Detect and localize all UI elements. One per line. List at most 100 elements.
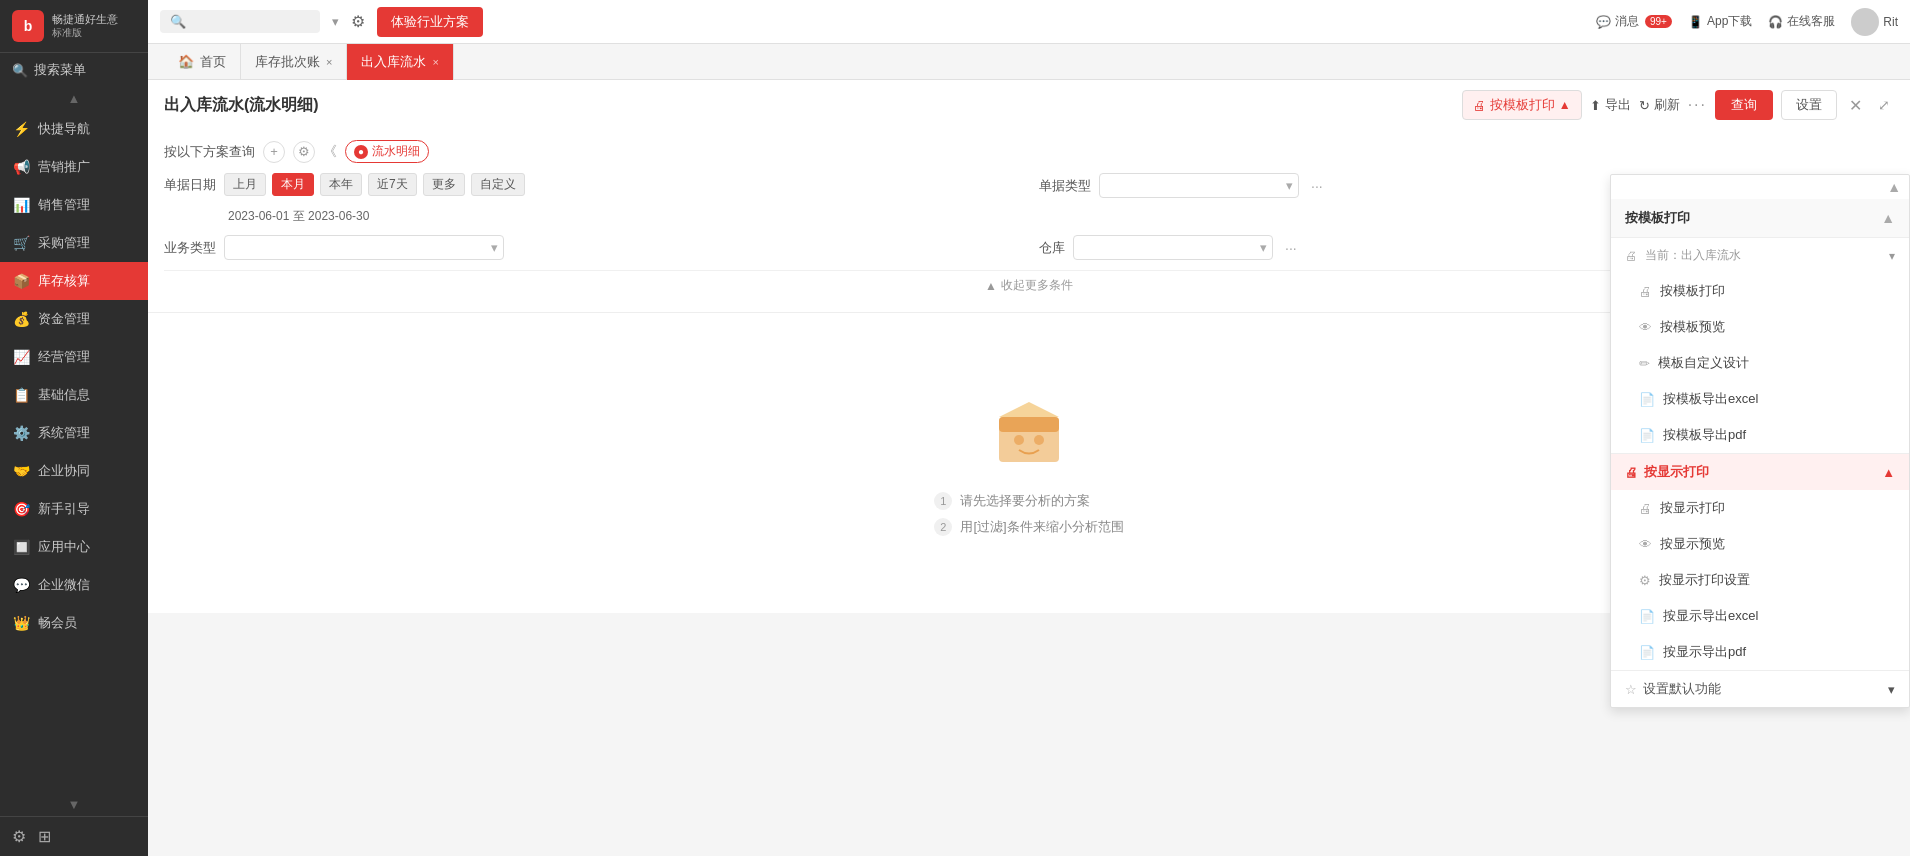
section-arrow: ▲ bbox=[1882, 465, 1895, 480]
phone-icon: 📱 bbox=[1688, 15, 1703, 29]
sidebar-item-marketing[interactable]: 📢 营销推广 bbox=[0, 148, 148, 186]
excel-icon: 📄 bbox=[1639, 392, 1655, 407]
dropdown-template-custom[interactable]: ✏ 模板自定义设计 bbox=[1611, 345, 1909, 381]
date-btn-this-month[interactable]: 本月 bbox=[272, 173, 314, 196]
sidebar-item-app-center[interactable]: 🔲 应用中心 bbox=[0, 528, 148, 566]
purchase-icon: 🛒 bbox=[12, 235, 30, 251]
tab-flow[interactable]: 出入库流水 × bbox=[347, 44, 453, 80]
filter-warehouse-select[interactable] bbox=[1073, 235, 1273, 260]
filter-collapse-arrow[interactable]: 《 bbox=[323, 143, 337, 161]
refresh-btn[interactable]: ↻ 刷新 bbox=[1639, 96, 1680, 114]
sidebar-search[interactable]: 🔍 搜索菜单 bbox=[0, 53, 148, 87]
app-logo-icon: b bbox=[12, 10, 44, 42]
topbar-dropdown-arrow[interactable]: ▾ bbox=[332, 14, 339, 29]
date-btn-custom[interactable]: 自定义 bbox=[471, 173, 525, 196]
display-pdf-icon: 📄 bbox=[1639, 645, 1655, 660]
export-btn[interactable]: ⬆ 导出 bbox=[1590, 96, 1631, 114]
print-template-btn[interactable]: 🖨 按模板打印 ▲ bbox=[1462, 90, 1582, 120]
warehouse-more-btn[interactable]: ··· bbox=[1285, 240, 1297, 256]
tab-flow-close[interactable]: × bbox=[432, 56, 438, 68]
sidebar-item-enterprise-collab[interactable]: 🤝 企业协同 bbox=[0, 452, 148, 490]
sidebar-item-sales[interactable]: 📊 销售管理 bbox=[0, 186, 148, 224]
query-btn[interactable]: 查询 bbox=[1715, 90, 1773, 120]
dropdown-display-preview[interactable]: 👁 按显示预览 bbox=[1611, 526, 1909, 562]
date-btn-this-year[interactable]: 本年 bbox=[320, 173, 362, 196]
filter-business-type-select[interactable] bbox=[224, 235, 504, 260]
dropdown-template-preview[interactable]: 👁 按模板预览 bbox=[1611, 309, 1909, 345]
dropdown-panel-header: 按模板打印 ▲ bbox=[1611, 199, 1909, 238]
expand-btn[interactable]: ⤢ bbox=[1874, 93, 1894, 117]
sidebar-item-membership[interactable]: 👑 畅会员 bbox=[0, 604, 148, 642]
trial-btn[interactable]: 体验行业方案 bbox=[377, 7, 483, 37]
refresh-icon: ↻ bbox=[1639, 98, 1650, 113]
tab-home[interactable]: 🏠 首页 bbox=[164, 44, 241, 80]
tab-batch-label: 库存批次账 bbox=[255, 53, 320, 71]
sidebar-item-label: 库存核算 bbox=[38, 272, 90, 290]
display-section-icon: 🖨 bbox=[1625, 465, 1638, 480]
template-custom-label: 模板自定义设计 bbox=[1658, 354, 1749, 372]
topbar-online-service[interactable]: 🎧 在线客服 bbox=[1768, 13, 1835, 30]
tab-batch[interactable]: 库存批次账 × bbox=[241, 44, 347, 80]
topbar-user[interactable]: Rit bbox=[1851, 8, 1898, 36]
svg-marker-2 bbox=[999, 402, 1059, 417]
sidebar-scroll-up[interactable]: ▲ bbox=[0, 87, 148, 110]
dropdown-scroll-up[interactable]: ▲ bbox=[1611, 175, 1909, 199]
sidebar-item-basic-info[interactable]: 📋 基础信息 bbox=[0, 376, 148, 414]
filter-settings-btn[interactable]: ⚙ bbox=[293, 141, 315, 163]
sidebar-item-operations[interactable]: 📈 经营管理 bbox=[0, 338, 148, 376]
sidebar-item-inventory[interactable]: 📦 库存核算 bbox=[0, 262, 148, 300]
dropdown-footer[interactable]: ☆ 设置默认功能 ▾ bbox=[1611, 670, 1909, 707]
collapse-label: 收起更多条件 bbox=[1001, 277, 1073, 294]
sidebar-bottom: ⚙ ⊞ bbox=[0, 816, 148, 856]
sidebar-settings-icon[interactable]: ⚙ bbox=[12, 827, 26, 846]
sidebar-item-label: 快捷导航 bbox=[38, 120, 90, 138]
dropdown-display-print[interactable]: 🖨 按显示打印 bbox=[1611, 490, 1909, 526]
dropdown-template-print[interactable]: 🖨 按模板打印 bbox=[1611, 273, 1909, 309]
settings-btn[interactable]: 设置 bbox=[1781, 90, 1837, 120]
sidebar-item-enterprise-wechat[interactable]: 💬 企业微信 bbox=[0, 566, 148, 604]
sidebar-item-finance[interactable]: 💰 资金管理 bbox=[0, 300, 148, 338]
sidebar-item-system[interactable]: ⚙️ 系统管理 bbox=[0, 414, 148, 452]
display-excel-icon: 📄 bbox=[1639, 609, 1655, 624]
step-2-text: 用[过滤]条件来缩小分析范围 bbox=[960, 518, 1123, 536]
more-options-icon[interactable]: ··· bbox=[1688, 96, 1707, 114]
sidebar-item-label: 新手引导 bbox=[38, 500, 90, 518]
tabs-bar: 🏠 首页 库存批次账 × 出入库流水 × bbox=[148, 44, 1910, 80]
filter-add-btn[interactable]: + bbox=[263, 141, 285, 163]
empty-state-icon bbox=[979, 382, 1079, 472]
filter-voucher-type-select[interactable] bbox=[1099, 173, 1299, 198]
date-btn-last-month[interactable]: 上月 bbox=[224, 173, 266, 196]
sidebar-item-label: 系统管理 bbox=[38, 424, 90, 442]
dropdown-display-export-excel[interactable]: 📄 按显示导出excel bbox=[1611, 598, 1909, 634]
pdf-icon: 📄 bbox=[1639, 428, 1655, 443]
dropdown-template-export-excel[interactable]: 📄 按模板导出excel bbox=[1611, 381, 1909, 417]
dropdown-current-label: 当前：出入库流水 bbox=[1645, 247, 1741, 264]
sidebar-item-label: 营销推广 bbox=[38, 158, 90, 176]
sidebar-item-quick-nav[interactable]: ⚡ 快捷导航 bbox=[0, 110, 148, 148]
voucher-more-btn[interactable]: ··· bbox=[1311, 178, 1323, 194]
sidebar: b 畅捷通好生意 标准版 🔍 搜索菜单 ▲ ⚡ 快捷导航 📢 营销推广 📊 销售… bbox=[0, 0, 148, 856]
sidebar-item-purchase[interactable]: 🛒 采购管理 bbox=[0, 224, 148, 262]
dropdown-display-export-pdf[interactable]: 📄 按显示导出pdf bbox=[1611, 634, 1909, 670]
topbar-search-box[interactable]: 🔍 bbox=[160, 10, 320, 33]
search-icon: 🔍 bbox=[12, 63, 28, 78]
current-icon: 🖨 bbox=[1625, 249, 1637, 263]
sidebar-item-newbie[interactable]: 🎯 新手引导 bbox=[0, 490, 148, 528]
filter-tag-icon: ● bbox=[354, 145, 368, 159]
sidebar-collapse-icon[interactable]: ⊞ bbox=[38, 827, 51, 846]
date-btn-7days[interactable]: 近7天 bbox=[368, 173, 417, 196]
date-btn-more[interactable]: 更多 bbox=[423, 173, 465, 196]
filter-tag[interactable]: ● 流水明细 bbox=[345, 140, 429, 163]
sidebar-scroll-down[interactable]: ▼ bbox=[0, 793, 148, 816]
dropdown-template-export-pdf[interactable]: 📄 按模板导出pdf bbox=[1611, 417, 1909, 453]
dropdown-header-arrow[interactable]: ▲ bbox=[1881, 210, 1895, 226]
topbar-app-download[interactable]: 📱 App下载 bbox=[1688, 13, 1752, 30]
topbar-gear-icon[interactable]: ⚙ bbox=[351, 12, 365, 31]
tab-batch-close[interactable]: × bbox=[326, 56, 332, 68]
filter-tag-label: 流水明细 bbox=[372, 143, 420, 160]
dropdown-display-section[interactable]: 🖨 按显示打印 ▲ bbox=[1611, 454, 1909, 490]
page-header: 出入库流水(流水明细) 🖨 按模板打印 ▲ ⬆ 导出 ↻ 刷新 ··· 查询 设… bbox=[148, 80, 1910, 128]
close-panel-btn[interactable]: ✕ bbox=[1845, 92, 1866, 119]
topbar-message[interactable]: 💬 消息 99+ bbox=[1596, 13, 1672, 30]
dropdown-display-print-settings[interactable]: ⚙ 按显示打印设置 bbox=[1611, 562, 1909, 598]
